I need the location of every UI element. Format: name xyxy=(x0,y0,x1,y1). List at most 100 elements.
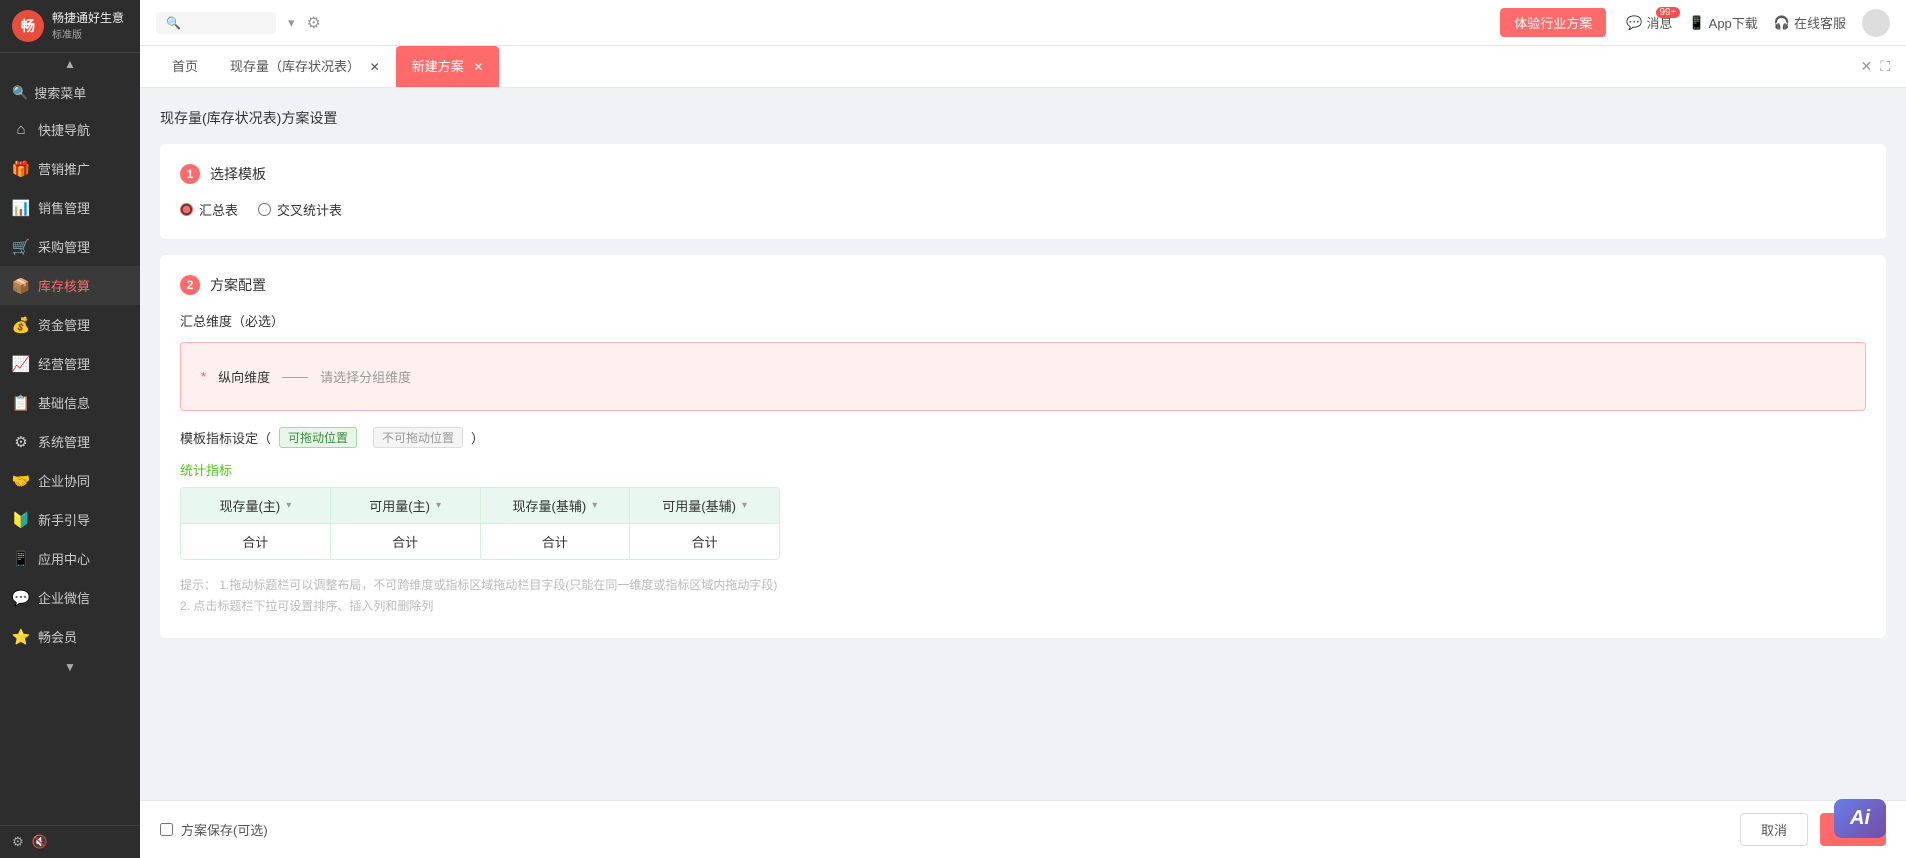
sidebar-item-marketing[interactable]: 🎁 营销推广 xyxy=(0,149,140,188)
sidebar-item-wechat[interactable]: 💬 企业微信 xyxy=(0,578,140,617)
radio-cross-input[interactable] xyxy=(258,203,271,216)
step2-header: 2 方案配置 xyxy=(180,275,1866,295)
stats-cell-3: 合计 xyxy=(630,524,779,559)
col2-dropdown-icon[interactable]: ▾ xyxy=(592,500,597,511)
app-download-btn[interactable]: 📱 App下载 xyxy=(1688,13,1757,32)
save-option[interactable]: 方案保存(可选) xyxy=(160,820,268,839)
gift-icon: 🎁 xyxy=(12,160,30,178)
step1-header: 1 选择模板 xyxy=(180,164,1866,184)
stats-cell-2: 合计 xyxy=(481,524,631,559)
tip-2: 2. 点击标题栏下拉可设置排序、插入列和删除列 xyxy=(180,597,1866,614)
tab-expand-icon[interactable]: ⛶ xyxy=(1880,58,1890,75)
enterprise-icon: 🤝 xyxy=(12,472,30,490)
finance-icon: 💰 xyxy=(12,316,30,334)
sidebar-item-management[interactable]: 📈 经营管理 xyxy=(0,344,140,383)
col3-dropdown-icon[interactable]: ▾ xyxy=(742,500,747,511)
sidebar-item-finance[interactable]: 💰 资金管理 xyxy=(0,305,140,344)
sidebar-item-label: 销售管理 xyxy=(38,198,90,217)
message-icon: 💬 xyxy=(1626,15,1642,31)
trial-btn[interactable]: 体验行业方案 xyxy=(1500,8,1606,37)
footer: 方案保存(可选) 取消 查询 xyxy=(140,800,1906,858)
col1-dropdown-icon[interactable]: ▾ xyxy=(436,500,441,511)
sidebar-item-label: 基础信息 xyxy=(38,393,90,412)
stats-table: 现存量(主) ▾ 可用量(主) ▾ 现存量(基辅) ▾ 可用量(基辅) xyxy=(180,487,780,560)
sidebar-item-label: 应用中心 xyxy=(38,549,90,568)
sidebar-item-app-center[interactable]: 📱 应用中心 xyxy=(0,539,140,578)
topbar-dropdown-icon[interactable]: ▾ xyxy=(288,15,295,31)
search-icon: 🔍 xyxy=(166,16,181,30)
sidebar-item-newbie[interactable]: 🔰 新手引导 xyxy=(0,500,140,539)
tips-section: 提示： 1.拖动标题栏可以调整布局，不可跨维度或指标区域拖动栏目字段(只能在同一… xyxy=(180,576,1866,614)
stats-cell-1: 合计 xyxy=(331,524,481,559)
indicator-label: 模板指标设定（ 可拖动位置 不可拖动位置 ） xyxy=(180,427,1866,448)
tab-close-icon[interactable]: ✕ xyxy=(1860,58,1872,75)
stats-table-row: 合计 合计 合计 合计 xyxy=(181,523,779,559)
sidebar-search[interactable]: 🔍 搜索菜单 xyxy=(0,75,140,110)
main-area: 🔍 ▾ ⚙ 体验行业方案 💬 消息 99+ 📱 App下载 🎧 在线客服 xyxy=(140,0,1906,858)
required-placeholder: 请选择分组维度 xyxy=(320,367,411,386)
sidebar-item-inventory[interactable]: 📦 库存核算 xyxy=(0,266,140,305)
tip-1: 提示： 1.拖动标题栏可以调整布局，不可跨维度或指标区域拖动栏目字段(只能在同一… xyxy=(180,576,1866,593)
topbar: 🔍 ▾ ⚙ 体验行业方案 💬 消息 99+ 📱 App下载 🎧 在线客服 xyxy=(140,0,1906,46)
not-draggable-badge: 不可拖动位置 xyxy=(373,427,463,448)
required-star: * xyxy=(201,369,206,384)
col0-dropdown-icon[interactable]: ▾ xyxy=(286,500,291,511)
sales-icon: 📊 xyxy=(12,199,30,217)
appcenter-icon: 📱 xyxy=(12,550,30,568)
stats-section-title: 统计指标 xyxy=(180,460,1866,479)
template-radio-group: 汇总表 交叉统计表 xyxy=(180,200,1866,219)
stats-col-3[interactable]: 可用量(基辅) ▾ xyxy=(630,488,779,523)
messages-btn[interactable]: 💬 消息 99+ xyxy=(1626,13,1672,32)
save-checkbox[interactable] xyxy=(160,823,173,836)
member-icon: ⭐ xyxy=(12,628,30,646)
headset-icon: 🎧 xyxy=(1774,15,1790,31)
stats-col-2[interactable]: 现存量(基辅) ▾ xyxy=(481,488,631,523)
tab-inventory-status[interactable]: 现存量（库存状况表） ✕ xyxy=(214,46,396,87)
stats-col-1[interactable]: 可用量(主) ▾ xyxy=(331,488,481,523)
management-icon: 📈 xyxy=(12,355,30,373)
sidebar-item-label: 资金管理 xyxy=(38,315,90,334)
sidebar-item-enterprise[interactable]: 🤝 企业协同 xyxy=(0,461,140,500)
newbie-icon: 🔰 xyxy=(12,511,30,529)
basicinfo-icon: 📋 xyxy=(12,394,30,412)
sidebar-item-system[interactable]: ⚙ 系统管理 xyxy=(0,422,140,461)
sound-icon[interactable]: 🔇 xyxy=(32,834,48,850)
stats-table-header: 现存量(主) ▾ 可用量(主) ▾ 现存量(基辅) ▾ 可用量(基辅) xyxy=(181,488,779,523)
radio-cross[interactable]: 交叉统计表 xyxy=(258,200,342,219)
cancel-button[interactable]: 取消 xyxy=(1740,813,1808,846)
topbar-search[interactable]: 🔍 xyxy=(156,12,276,34)
sidebar: 畅 畅捷通好生意 标准版 ▲ 🔍 搜索菜单 ⌂ 快捷导航 🎁 营销推广 📊 销售… xyxy=(0,0,140,858)
sidebar-scroll-down[interactable]: ▼ xyxy=(0,656,140,678)
tab-new-scheme[interactable]: 新建方案 ✕ xyxy=(396,46,500,87)
tab-close-new-scheme[interactable]: ✕ xyxy=(473,60,483,74)
app-logo: 畅 畅捷通好生意 标准版 xyxy=(0,0,140,53)
radio-summary-input[interactable] xyxy=(180,203,193,216)
sidebar-item-purchase[interactable]: 🛒 采购管理 xyxy=(0,227,140,266)
draggable-badge: 可拖动位置 xyxy=(279,427,357,448)
content-area: 现存量(库存状况表)方案设置 1 选择模板 汇总表 交叉统计表 xyxy=(140,88,1906,800)
topbar-settings-icon[interactable]: ⚙ xyxy=(307,13,321,33)
sidebar-item-member[interactable]: ⭐ 畅会员 xyxy=(0,617,140,656)
sidebar-item-quick-nav[interactable]: ⌂ 快捷导航 xyxy=(0,110,140,149)
online-service-btn[interactable]: 🎧 在线客服 xyxy=(1774,13,1846,32)
sidebar-bottom: ⚙ 🔇 xyxy=(0,825,140,858)
sidebar-item-sales[interactable]: 📊 销售管理 xyxy=(0,188,140,227)
user-avatar[interactable] xyxy=(1862,9,1890,37)
sidebar-item-label: 系统管理 xyxy=(38,432,90,451)
tab-close-inventory[interactable]: ✕ xyxy=(370,60,380,74)
settings-icon[interactable]: ⚙ xyxy=(12,834,24,850)
home-icon: ⌂ xyxy=(12,121,30,139)
stats-col-0[interactable]: 现存量(主) ▾ xyxy=(181,488,331,523)
sidebar-item-label: 企业微信 xyxy=(38,588,90,607)
app-name: 畅捷通好生意 xyxy=(52,11,124,27)
sidebar-item-basic-info[interactable]: 📋 基础信息 xyxy=(0,383,140,422)
required-field-name: 纵向维度 xyxy=(218,367,270,386)
radio-summary[interactable]: 汇总表 xyxy=(180,200,238,219)
tab-home[interactable]: 首页 xyxy=(156,46,214,87)
phone-icon: 📱 xyxy=(1688,15,1704,31)
search-icon: 🔍 xyxy=(12,85,28,101)
ai-watermark: Ai xyxy=(1834,799,1886,838)
logo-icon: 畅 xyxy=(12,10,44,42)
step2-title: 方案配置 xyxy=(210,275,266,295)
sidebar-scroll-up[interactable]: ▲ xyxy=(0,53,140,75)
